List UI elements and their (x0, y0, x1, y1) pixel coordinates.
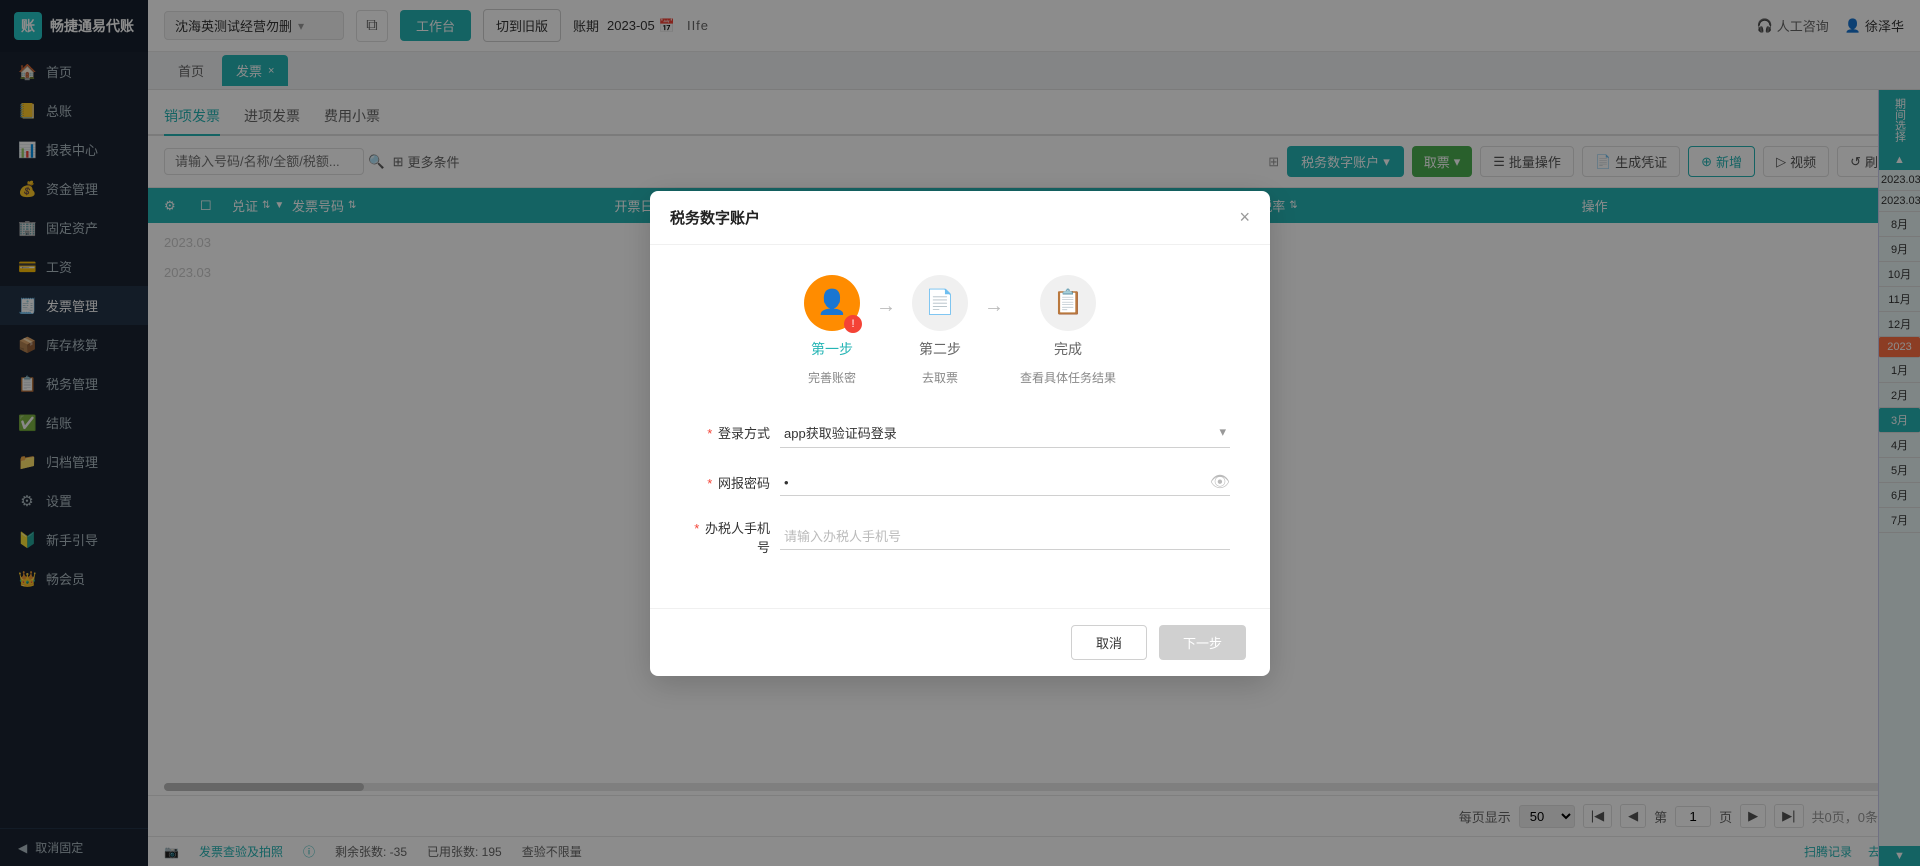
next-button[interactable]: 下一步 (1159, 625, 1246, 660)
step-3-label: 完成 (1054, 339, 1082, 359)
step-1-label: 第一步 (811, 339, 853, 359)
step-2-icon: 📄 (925, 288, 955, 317)
step-2: 📄 第二步 去取票 (912, 275, 968, 386)
login-method-row: * 登录方式 app获取验证码登录 ▾ (690, 418, 1230, 448)
step-1-badge: ! (844, 315, 862, 333)
step-1-circle: 👤 ! (804, 275, 860, 331)
password-input-row: 👁 (780, 470, 1230, 496)
tax-digital-modal: 税务数字账户 × 👤 ! 第一步 完善账密 → (650, 191, 1270, 676)
steps-indicator: 👤 ! 第一步 完善账密 → 📄 第二步 去取票 → (690, 275, 1230, 386)
step-3-desc: 查看具体任务结果 (1020, 369, 1116, 386)
step-3-icon: 📋 (1053, 288, 1083, 317)
password-label: * 网报密码 (690, 473, 780, 492)
modal-overlay: 税务数字账户 × 👤 ! 第一步 完善账密 → (0, 0, 1920, 866)
step-arrow-2: → (968, 295, 1020, 318)
password-input[interactable] (780, 470, 1206, 495)
step-arrow-1: → (860, 295, 912, 318)
modal-title: 税务数字账户 (670, 207, 760, 228)
login-method-label: * 登录方式 (690, 423, 780, 442)
modal-footer: 取消 下一步 (650, 608, 1270, 676)
password-row: * 网报密码 👁 (690, 470, 1230, 496)
step-3: 📋 完成 查看具体任务结果 (1020, 275, 1116, 386)
step-1-icon: 👤 (817, 288, 847, 317)
step-3-circle: 📋 (1040, 275, 1096, 331)
eye-icon[interactable]: 👁 (1210, 472, 1230, 492)
phone-row: * 办税人手机号 (690, 518, 1230, 556)
login-dropdown-icon: ▾ (1219, 424, 1226, 440)
step-1-desc: 完善账密 (808, 369, 856, 386)
modal-close-button[interactable]: × (1239, 207, 1250, 228)
modal-header: 税务数字账户 × (650, 191, 1270, 245)
modal-body: 👤 ! 第一步 完善账密 → 📄 第二步 去取票 → (650, 245, 1270, 608)
phone-label: * 办税人手机号 (690, 518, 780, 556)
step-2-circle: 📄 (912, 275, 968, 331)
step-2-desc: 去取票 (922, 369, 958, 386)
login-method-select[interactable]: app获取验证码登录 ▾ (780, 418, 1230, 448)
phone-input[interactable] (780, 524, 1230, 550)
cancel-button[interactable]: 取消 (1071, 625, 1147, 660)
step-1: 👤 ! 第一步 完善账密 (804, 275, 860, 386)
step-2-label: 第二步 (919, 339, 961, 359)
